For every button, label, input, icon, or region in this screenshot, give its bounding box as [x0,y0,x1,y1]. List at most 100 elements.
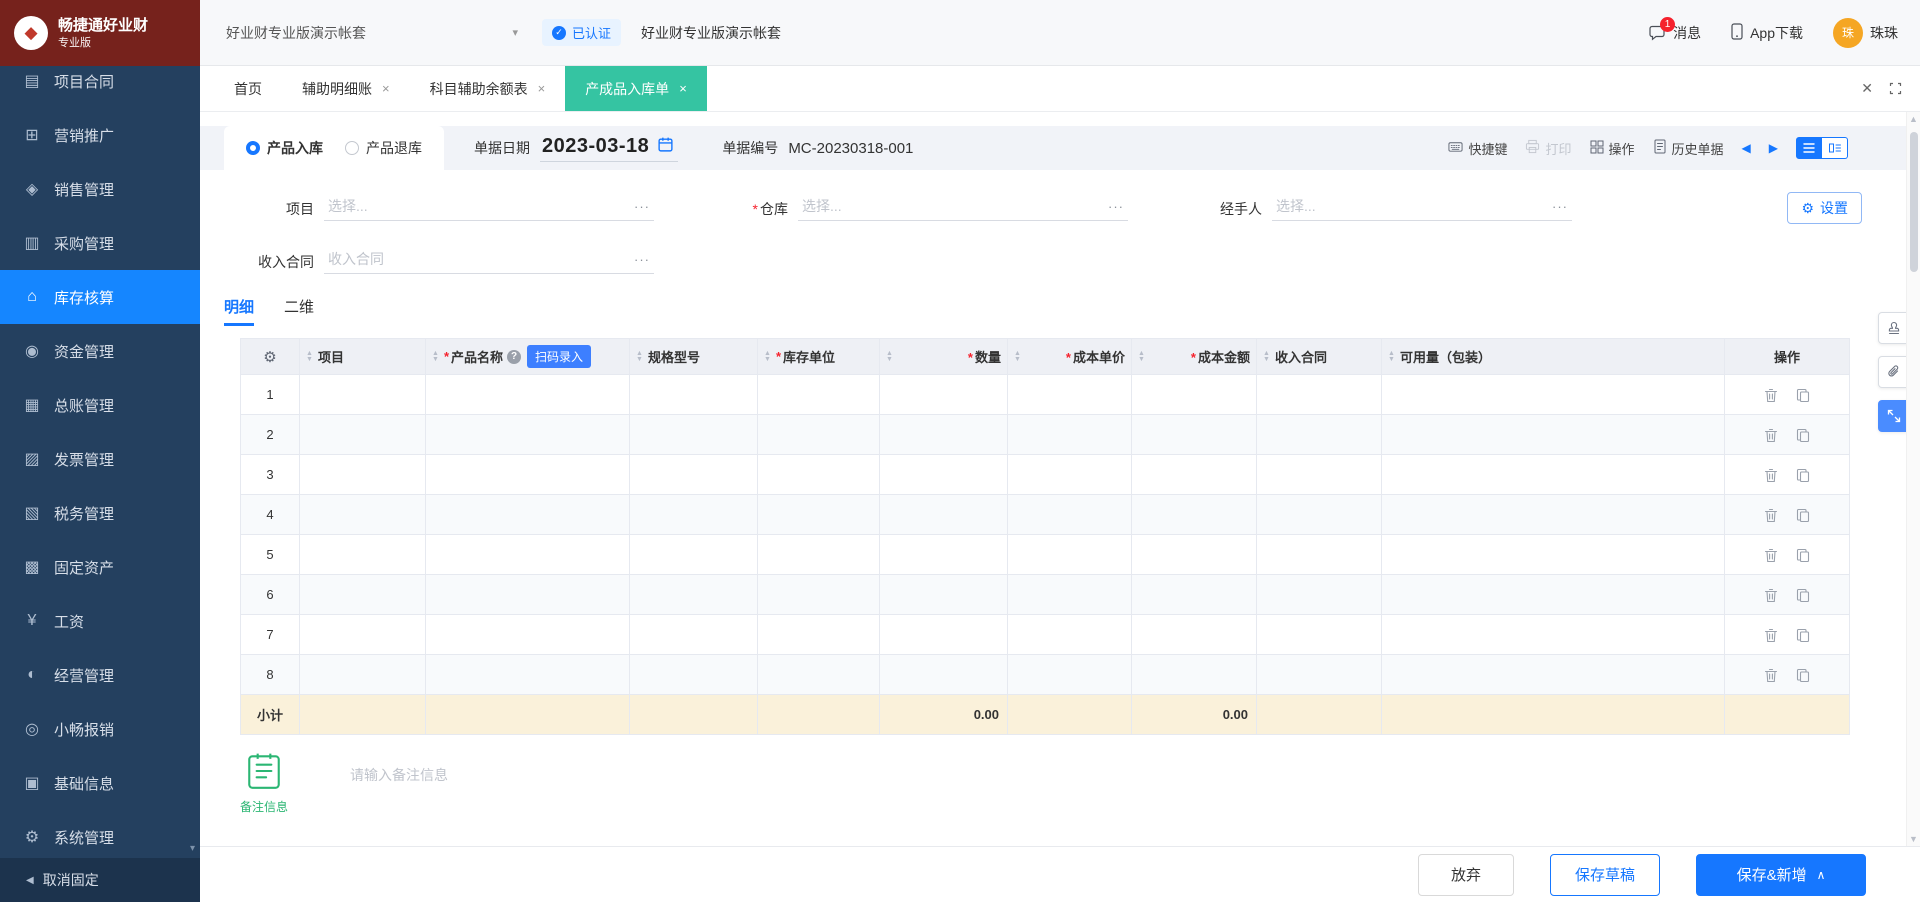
sort-icon[interactable]: ▲ ▼ [306,350,313,363]
cell-available-qty[interactable] [1381,574,1725,615]
cell-project[interactable] [299,374,426,415]
copy-row-icon[interactable] [1796,468,1810,483]
more-icon[interactable]: ··· [1552,199,1568,214]
sort-icon[interactable]: ▲ ▼ [1263,350,1270,363]
cell-project[interactable] [299,414,426,455]
cell-stock-unit[interactable] [757,494,880,535]
cell-available-qty[interactable] [1381,614,1725,655]
more-icon[interactable]: ··· [634,252,650,267]
sidebar-item[interactable]: ▤ 项目合同 [0,66,200,108]
delete-row-icon[interactable] [1764,588,1778,603]
sidebar-item[interactable]: ▦ 总账管理 [0,378,200,432]
cell-quantity[interactable] [879,454,1008,495]
sidebar-item[interactable]: ▩ 固定资产 [0,540,200,594]
tab-subject-aux-balance[interactable]: 科目辅助余额表 × [410,66,566,111]
list-view-icon[interactable] [1796,137,1822,159]
cell-unit-cost[interactable] [1007,494,1132,535]
operations-button[interactable]: 操作 [1590,139,1635,158]
copy-row-icon[interactable] [1796,548,1810,563]
cell-income-contract[interactable] [1256,614,1382,655]
cell-product-name[interactable] [425,574,630,615]
cell-product-name[interactable] [425,534,630,575]
cell-cost-amount[interactable] [1131,534,1257,575]
delete-row-icon[interactable] [1764,508,1778,523]
cell-product-name[interactable] [425,494,630,535]
scrollbar-thumb[interactable] [1909,132,1918,272]
scan-entry-button[interactable]: 扫码录入 [527,345,592,368]
discard-button[interactable]: 放弃 [1417,853,1514,896]
cell-product-name[interactable] [425,454,630,495]
cell-stock-unit[interactable] [757,414,880,455]
scroll-up-icon[interactable]: ▲ [1909,112,1918,126]
cell-spec-model[interactable] [629,534,758,575]
copy-row-icon[interactable] [1796,588,1810,603]
copy-row-icon[interactable] [1796,508,1810,523]
cell-cost-amount[interactable] [1131,374,1257,415]
delete-row-icon[interactable] [1764,668,1778,683]
sidebar-item[interactable]: ▣ 基础信息 [0,756,200,810]
certified-badge[interactable]: ✓ 已认证 [542,19,622,46]
shortcut-keys-button[interactable]: 快捷键 [1448,139,1507,158]
delete-row-icon[interactable] [1764,428,1778,443]
cell-unit-cost[interactable] [1007,654,1132,695]
delete-row-icon[interactable] [1764,388,1778,403]
cell-spec-model[interactable] [629,614,758,655]
sidebar-item[interactable]: ¥ 工资 [0,594,200,648]
help-icon[interactable]: ? [507,349,522,364]
sidebar-item[interactable]: ⊞ 营销推广 [0,108,200,162]
prev-doc-icon[interactable]: ◀ [1742,141,1751,155]
cell-cost-amount[interactable] [1131,574,1257,615]
cell-unit-cost[interactable] [1007,534,1132,575]
close-icon[interactable]: × [679,81,687,96]
sidebar-item[interactable]: ▥ 采购管理 [0,216,200,270]
cell-stock-unit[interactable] [757,614,880,655]
cell-available-qty[interactable] [1381,494,1725,535]
cell-stock-unit[interactable] [757,454,880,495]
copy-row-icon[interactable] [1796,428,1810,443]
save-and-new-button[interactable]: 保存&新增 ∧ [1696,853,1866,896]
cell-quantity[interactable] [879,654,1008,695]
cell-quantity[interactable] [879,414,1008,455]
cell-unit-cost[interactable] [1007,454,1132,495]
radio-product-return[interactable]: 产品退库 [345,138,422,158]
account-set-select[interactable]: 好业财专业版演示帐套 ▾ [222,17,522,49]
remark-input[interactable]: 请输入备注信息 [350,751,1882,785]
cell-unit-cost[interactable] [1007,574,1132,615]
cell-income-contract[interactable] [1256,374,1382,415]
sort-icon[interactable]: ▲ ▼ [764,350,771,363]
cell-product-name[interactable] [425,654,630,695]
cell-income-contract[interactable] [1256,654,1382,695]
sort-icon[interactable]: ▲ ▼ [1014,350,1021,363]
cell-income-contract[interactable] [1256,534,1382,575]
vertical-scrollbar[interactable]: ▲ ▼ [1906,112,1920,846]
cell-quantity[interactable] [879,534,1008,575]
cell-cost-amount[interactable] [1131,454,1257,495]
copy-row-icon[interactable] [1796,628,1810,643]
unpin-button[interactable]: ◀ 取消固定 [0,858,200,902]
delete-row-icon[interactable] [1764,628,1778,643]
date-field[interactable]: 2023-03-18 [540,135,679,162]
fullscreen-icon[interactable] [1889,82,1902,95]
sidebar-item[interactable]: ◎ 小畅报销 [0,702,200,756]
sort-icon[interactable]: ▲ ▼ [636,350,643,363]
radio-product-inbound[interactable]: 产品入库 [246,138,323,158]
scroll-down-icon[interactable]: ▼ [1909,832,1918,846]
sidebar-item[interactable]: ▧ 税务管理 [0,486,200,540]
cell-project[interactable] [299,574,426,615]
cell-project[interactable] [299,614,426,655]
cell-unit-cost[interactable] [1007,614,1132,655]
cell-cost-amount[interactable] [1131,654,1257,695]
cell-available-qty[interactable] [1381,374,1725,415]
cell-project[interactable] [299,454,426,495]
sort-icon[interactable]: ▲ ▼ [1138,350,1145,363]
history-docs-button[interactable]: 历史单据 [1653,139,1724,158]
cell-product-name[interactable] [425,374,630,415]
cell-unit-cost[interactable] [1007,414,1132,455]
cell-cost-amount[interactable] [1131,614,1257,655]
cell-available-qty[interactable] [1381,534,1725,575]
close-all-tabs-icon[interactable]: ✕ [1861,80,1873,97]
gear-icon[interactable]: ⚙ [247,348,293,366]
card-view-icon[interactable] [1822,137,1848,159]
cell-income-contract[interactable] [1256,574,1382,615]
remark-toggle[interactable]: 备注信息 [240,751,288,815]
